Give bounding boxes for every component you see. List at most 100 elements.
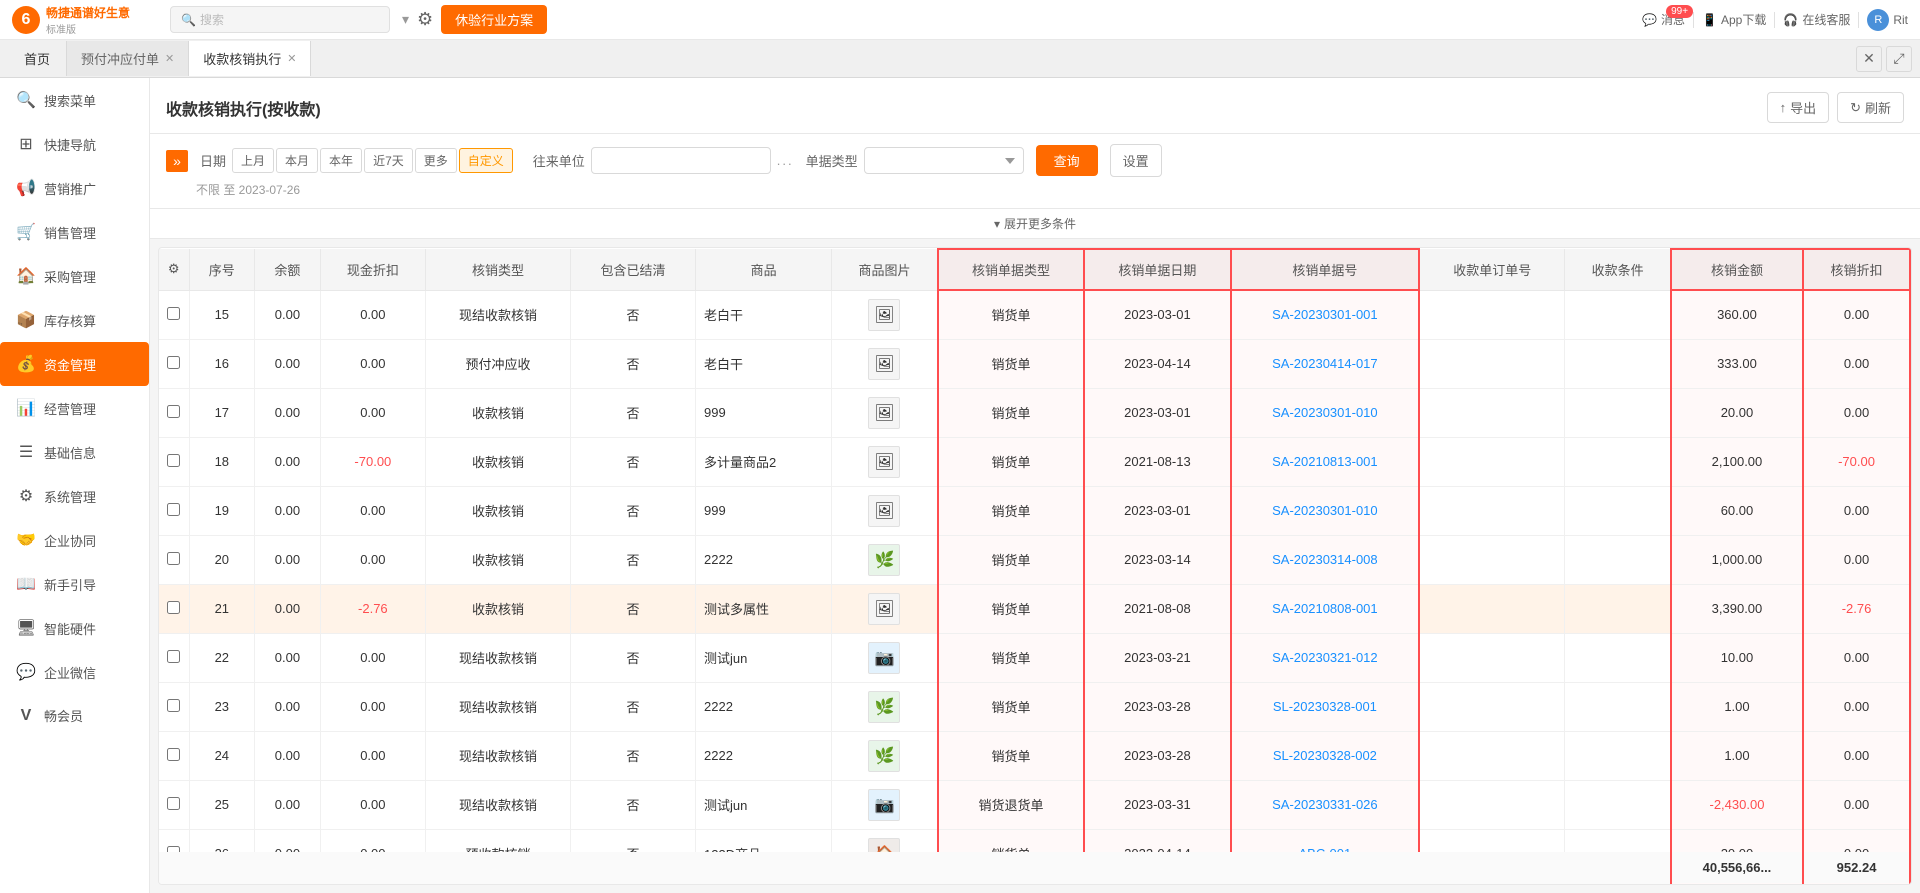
- export-button[interactable]: ↑ 导出: [1767, 92, 1830, 123]
- sidebar-item-operation[interactable]: 📊 经营管理: [0, 386, 149, 430]
- row-cancel-discount: -2.76: [1803, 584, 1910, 633]
- row-cancel-no[interactable]: SA-20230414-017: [1231, 339, 1419, 388]
- sidebar-item-corp[interactable]: 🤝 企业协同: [0, 518, 149, 562]
- row-cancel-no[interactable]: SL-20230328-002: [1231, 731, 1419, 780]
- tab-home[interactable]: 首页: [8, 41, 67, 76]
- from-unit-input[interactable]: [591, 147, 771, 174]
- row-select[interactable]: [159, 731, 189, 780]
- app-download-action[interactable]: 📱 App下载: [1702, 11, 1766, 28]
- row-select[interactable]: [159, 388, 189, 437]
- setting-button[interactable]: 设置: [1110, 144, 1162, 177]
- row-select[interactable]: [159, 290, 189, 339]
- refresh-button[interactable]: ↻ 刷新: [1837, 92, 1904, 123]
- date-more[interactable]: 更多: [415, 148, 457, 173]
- sidebar-item-sales[interactable]: 🛒 销售管理: [0, 210, 149, 254]
- sidebar-item-hardware[interactable]: 🖥 智能硬件: [0, 606, 149, 650]
- cancel-no-link[interactable]: SA-20230321-012: [1272, 650, 1378, 665]
- row-cancel-no[interactable]: SA-20210808-001: [1231, 584, 1419, 633]
- row-cash-discount: 0.00: [320, 290, 425, 339]
- col-settings[interactable]: ⚙: [159, 249, 189, 290]
- tab-expand-button[interactable]: ⤢: [1886, 46, 1912, 72]
- sidebar-item-system[interactable]: ⚙ 系统管理: [0, 474, 149, 518]
- row-no: 20: [189, 535, 255, 584]
- cancel-no-link[interactable]: SA-20230314-008: [1272, 552, 1378, 567]
- sidebar-item-purchase[interactable]: 🏠 采购管理: [0, 254, 149, 298]
- query-button[interactable]: 查询: [1036, 145, 1098, 176]
- tab-close-2[interactable]: ✕: [287, 52, 296, 65]
- filter-toggle-button[interactable]: »: [166, 150, 188, 172]
- sidebar-item-basic[interactable]: ☰ 基础信息: [0, 430, 149, 474]
- sidebar-item-nav[interactable]: ⊞ 快捷导航: [0, 122, 149, 166]
- row-select[interactable]: [159, 584, 189, 633]
- table-row: 21 0.00 -2.76 收款核销 否 测试多属性 🖼 销货单 2021-08…: [159, 584, 1910, 633]
- industry-button[interactable]: 休验行业方案: [441, 5, 547, 34]
- row-receipt-order: [1419, 682, 1565, 731]
- marketing-icon: 📢: [16, 178, 36, 198]
- sidebar-item-inventory[interactable]: 📦 库存核算: [0, 298, 149, 342]
- cancel-no-link[interactable]: SL-20230328-001: [1273, 699, 1377, 714]
- row-select[interactable]: [159, 535, 189, 584]
- row-receipt-condition: [1565, 584, 1671, 633]
- row-receipt-condition: [1565, 437, 1671, 486]
- row-cancel-no[interactable]: SA-20230331-026: [1231, 780, 1419, 829]
- row-cancel-no[interactable]: SA-20230314-008: [1231, 535, 1419, 584]
- cancel-no-link[interactable]: SA-20230414-017: [1272, 356, 1378, 371]
- tab-cancel-execution[interactable]: 收款核销执行 ✕: [189, 41, 311, 76]
- logo-area: 6 畅捷通谱好生意 标准版: [12, 4, 162, 36]
- row-receipt-order: [1419, 584, 1565, 633]
- tab-close-button[interactable]: ✕: [1856, 46, 1882, 72]
- user-profile[interactable]: R Rit: [1867, 9, 1908, 31]
- sidebar-item-marketing[interactable]: 📢 营销推广: [0, 166, 149, 210]
- row-select[interactable]: [159, 339, 189, 388]
- date-last-month[interactable]: 上月: [232, 148, 274, 173]
- sidebar-item-guide[interactable]: 📖 新手引导: [0, 562, 149, 606]
- receipt-type-select[interactable]: [864, 147, 1024, 174]
- table-settings-icon[interactable]: ⚙: [168, 261, 180, 276]
- gear-button[interactable]: ⚙: [417, 9, 433, 30]
- row-select[interactable]: [159, 486, 189, 535]
- cancel-no-link[interactable]: SA-20230301-001: [1272, 307, 1378, 322]
- row-cancel-no[interactable]: SL-20230328-001: [1231, 682, 1419, 731]
- tab-close-1[interactable]: ✕: [165, 52, 174, 65]
- row-cancel-no[interactable]: SA-20230301-001: [1231, 290, 1419, 339]
- export-icon: ↑: [1780, 100, 1787, 115]
- cancel-no-link[interactable]: SL-20230328-002: [1273, 748, 1377, 763]
- row-cancel-discount: 0.00: [1803, 682, 1910, 731]
- message-action[interactable]: 💬 消息 99+: [1642, 11, 1685, 28]
- cancel-no-link[interactable]: SA-20210808-001: [1272, 601, 1378, 616]
- cancel-no-link[interactable]: SA-20210813-001: [1272, 454, 1378, 469]
- cancel-no-link[interactable]: SA-20230301-010: [1272, 503, 1378, 518]
- row-receipt-condition: [1565, 633, 1671, 682]
- row-cancel-no[interactable]: SA-20230321-012: [1231, 633, 1419, 682]
- row-cash-discount: 0.00: [320, 731, 425, 780]
- sidebar-item-search[interactable]: 🔍 搜索菜单: [0, 78, 149, 122]
- row-cancel-no[interactable]: SA-20230301-010: [1231, 388, 1419, 437]
- tab-advance-payment[interactable]: 预付冲应付单 ✕: [67, 41, 189, 76]
- row-receipt-order: [1419, 633, 1565, 682]
- row-cancel-no[interactable]: SA-20230301-010: [1231, 486, 1419, 535]
- sidebar-item-wechat[interactable]: 💬 企业微信: [0, 650, 149, 694]
- cancel-no-link[interactable]: SA-20230331-026: [1272, 797, 1378, 812]
- sidebar-item-finance[interactable]: 💰 资金管理: [0, 342, 149, 386]
- row-cancel-no[interactable]: SA-20210813-001: [1231, 437, 1419, 486]
- top-bar: 6 畅捷通谱好生意 标准版 🔍 搜索 ▾ ⚙ 休验行业方案 💬 消息 99+ 📱…: [0, 0, 1920, 40]
- operation-icon: 📊: [16, 398, 36, 418]
- row-select[interactable]: [159, 682, 189, 731]
- service-action[interactable]: 🎧 在线客服: [1783, 11, 1850, 28]
- row-no: 18: [189, 437, 255, 486]
- row-select[interactable]: [159, 780, 189, 829]
- date-custom[interactable]: 自定义: [459, 148, 513, 173]
- row-balance: 0.00: [255, 339, 321, 388]
- date-this-month[interactable]: 本月: [276, 148, 318, 173]
- row-cash-discount: 0.00: [320, 388, 425, 437]
- expand-conditions-bar[interactable]: ▾ 展开更多条件: [150, 209, 1920, 239]
- row-select[interactable]: [159, 437, 189, 486]
- date-7days[interactable]: 近7天: [364, 148, 413, 173]
- sidebar-item-member[interactable]: V 畅会员: [0, 694, 149, 737]
- search-dropdown-icon[interactable]: ▾: [402, 11, 409, 28]
- cancel-no-link[interactable]: SA-20230301-010: [1272, 405, 1378, 420]
- row-select[interactable]: [159, 633, 189, 682]
- date-this-year[interactable]: 本年: [320, 148, 362, 173]
- col-cancel-amount: 核销金额: [1671, 249, 1803, 290]
- search-box[interactable]: 🔍 搜索: [170, 6, 390, 33]
